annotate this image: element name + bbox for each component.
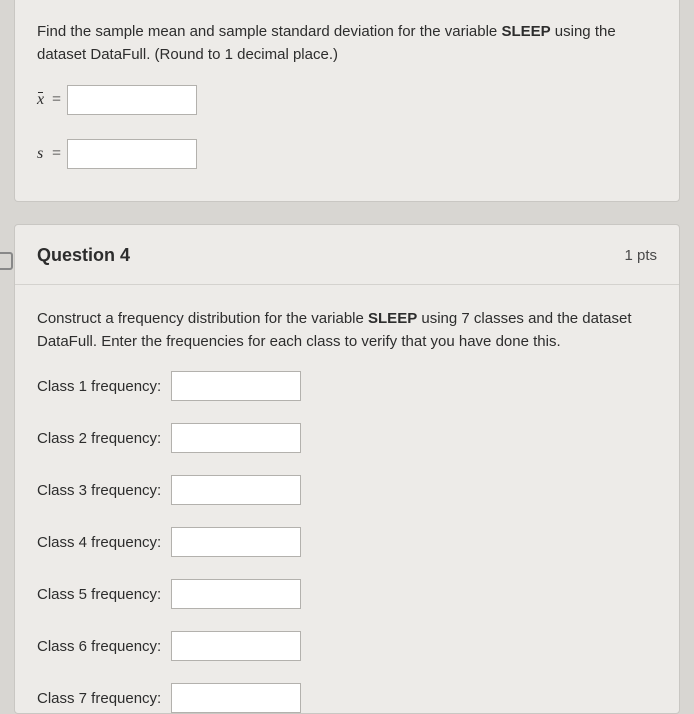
question-4-header: Question 4 1 pts bbox=[15, 225, 679, 285]
class-6-label: Class 6 frequency: bbox=[37, 638, 167, 655]
q4-instruction: Construct a frequency distribution for t… bbox=[37, 307, 657, 354]
mean-input[interactable] bbox=[67, 85, 197, 115]
class-3-row: Class 3 frequency: bbox=[37, 475, 657, 505]
class-3-input[interactable] bbox=[171, 475, 301, 505]
sd-symbol: s bbox=[37, 145, 49, 163]
question-4-card: Question 4 1 pts Construct a frequency d… bbox=[14, 224, 680, 714]
q4-instruction-text-1: Construct a frequency distribution for t… bbox=[37, 310, 368, 327]
class-2-row: Class 2 frequency: bbox=[37, 423, 657, 453]
sd-input[interactable] bbox=[67, 139, 197, 169]
class-2-input[interactable] bbox=[171, 423, 301, 453]
mean-symbol: x bbox=[37, 91, 49, 109]
class-7-label: Class 7 frequency: bbox=[37, 690, 167, 707]
class-1-input[interactable] bbox=[171, 371, 301, 401]
equals-sign: = bbox=[52, 145, 61, 163]
q4-instruction-bold: SLEEP bbox=[368, 310, 417, 327]
class-3-label: Class 3 frequency: bbox=[37, 482, 167, 499]
class-5-label: Class 5 frequency: bbox=[37, 586, 167, 603]
sd-input-row: s = bbox=[37, 139, 657, 169]
mean-input-row: x = bbox=[37, 85, 657, 115]
question-4-points: 1 pts bbox=[624, 247, 657, 264]
class-5-row: Class 5 frequency: bbox=[37, 579, 657, 609]
question-4-title: Question 4 bbox=[37, 245, 130, 266]
class-2-label: Class 2 frequency: bbox=[37, 430, 167, 447]
class-4-label: Class 4 frequency: bbox=[37, 534, 167, 551]
equals-sign: = bbox=[52, 91, 61, 109]
class-5-input[interactable] bbox=[171, 579, 301, 609]
question-3-card: Find the sample mean and sample standard… bbox=[14, 0, 680, 202]
q3-instruction-bold: SLEEP bbox=[501, 23, 550, 40]
class-7-input[interactable] bbox=[171, 683, 301, 713]
q3-instruction-text-1: Find the sample mean and sample standard… bbox=[37, 23, 501, 40]
q3-instruction: Find the sample mean and sample standard… bbox=[37, 20, 657, 67]
question-3-body: Find the sample mean and sample standard… bbox=[15, 0, 679, 201]
class-4-input[interactable] bbox=[171, 527, 301, 557]
class-6-input[interactable] bbox=[171, 631, 301, 661]
class-1-row: Class 1 frequency: bbox=[37, 371, 657, 401]
class-4-row: Class 4 frequency: bbox=[37, 527, 657, 557]
class-6-row: Class 6 frequency: bbox=[37, 631, 657, 661]
class-7-row: Class 7 frequency: bbox=[37, 683, 657, 713]
class-1-label: Class 1 frequency: bbox=[37, 378, 167, 395]
question-4-body: Construct a frequency distribution for t… bbox=[15, 285, 679, 714]
